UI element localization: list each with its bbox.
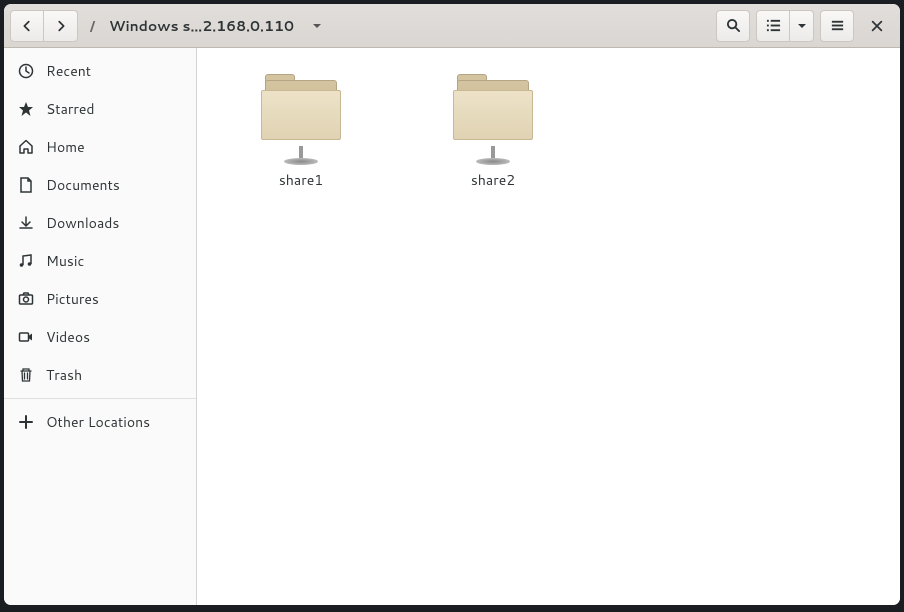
chevron-left-icon [20, 19, 34, 33]
sidebar-item-label: Starred [46, 99, 95, 119]
sidebar-item-pictures[interactable]: Pictures [4, 280, 196, 318]
clock-icon [18, 63, 34, 79]
sidebar-item-label: Home [46, 137, 85, 157]
close-icon [870, 19, 884, 33]
sidebar-item-videos[interactable]: Videos [4, 318, 196, 356]
music-icon [18, 253, 34, 269]
folder-item[interactable]: share1 [205, 64, 397, 198]
sidebar-item-home[interactable]: Home [4, 128, 196, 166]
sidebar-item-label: Downloads [46, 213, 119, 233]
sidebar-item-label: Trash [46, 365, 82, 385]
file-label: share1 [279, 170, 323, 190]
caret-down-icon [312, 21, 322, 31]
folder-item[interactable]: share2 [397, 64, 589, 198]
path-dropdown[interactable] [306, 21, 328, 31]
file-manager-window: / Windows s…2.168.0.110 [3, 3, 901, 606]
search-button[interactable] [716, 10, 750, 42]
sidebar-item-starred[interactable]: Starred [4, 90, 196, 128]
sidebar-item-label: Recent [46, 61, 91, 81]
sidebar-item-other-locations[interactable]: Other Locations [4, 403, 196, 441]
nav-buttons [10, 10, 78, 42]
hamburger-icon [830, 18, 845, 33]
view-buttons [756, 10, 814, 42]
sidebar-item-recent[interactable]: Recent [4, 52, 196, 90]
sidebar-item-label: Documents [46, 175, 120, 195]
sidebar-item-music[interactable]: Music [4, 242, 196, 280]
view-toggle-button[interactable] [756, 10, 790, 42]
path-current[interactable]: Windows s…2.168.0.110 [99, 10, 304, 42]
documents-icon [18, 177, 34, 193]
star-icon [18, 101, 34, 117]
sidebar-separator [4, 398, 196, 399]
body: Recent Starred Home Documents Downloads … [4, 48, 900, 605]
plus-icon [18, 414, 34, 430]
forward-button[interactable] [44, 10, 78, 42]
path-root[interactable]: / [88, 10, 97, 42]
toolbar: / Windows s…2.168.0.110 [4, 4, 900, 48]
trash-icon [18, 367, 34, 383]
menu-button[interactable] [820, 10, 854, 42]
view-options-button[interactable] [790, 10, 814, 42]
back-button[interactable] [10, 10, 44, 42]
search-icon [726, 18, 741, 33]
close-button[interactable] [860, 10, 894, 42]
sidebar-item-label: Other Locations [46, 412, 150, 432]
pathbar: / Windows s…2.168.0.110 [88, 10, 706, 42]
sidebar-item-label: Videos [46, 327, 90, 347]
camera-icon [18, 291, 34, 307]
sidebar-item-documents[interactable]: Documents [4, 166, 196, 204]
sidebar-item-downloads[interactable]: Downloads [4, 204, 196, 242]
sidebar-item-label: Pictures [46, 289, 99, 309]
toolbar-right [716, 10, 894, 42]
file-view[interactable]: share1 share2 [197, 48, 900, 605]
file-label: share2 [471, 170, 515, 190]
chevron-right-icon [54, 19, 68, 33]
home-icon [18, 139, 34, 155]
network-folder-icon [445, 72, 541, 168]
sidebar-item-label: Music [46, 251, 84, 271]
sidebar: Recent Starred Home Documents Downloads … [4, 48, 197, 605]
caret-down-icon [797, 21, 807, 31]
download-icon [18, 215, 34, 231]
network-folder-icon [253, 72, 349, 168]
sidebar-item-trash[interactable]: Trash [4, 356, 196, 394]
video-icon [18, 329, 34, 345]
list-icon [766, 18, 781, 33]
